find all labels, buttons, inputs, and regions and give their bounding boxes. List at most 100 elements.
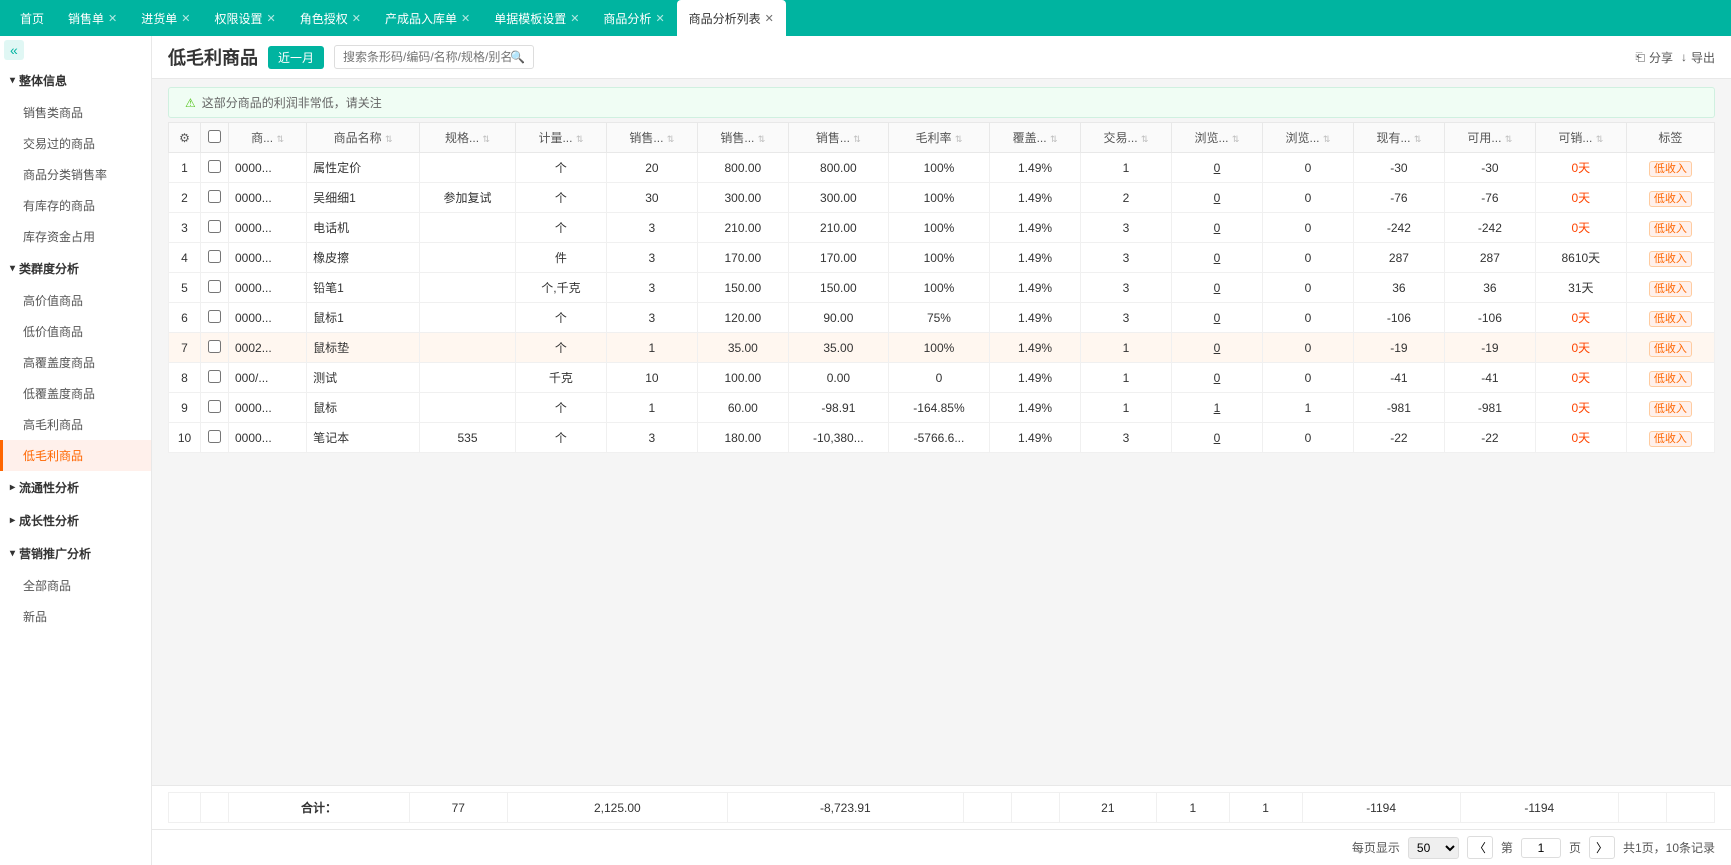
sidebar-item-low-margin[interactable]: 低毛利商品 [0, 440, 151, 471]
browse1-link[interactable]: 0 [1214, 311, 1221, 325]
browse1-link[interactable]: 0 [1214, 221, 1221, 235]
row-browse1[interactable]: 0 [1171, 273, 1262, 303]
row-checkbox[interactable] [208, 160, 221, 173]
sidebar-group-marketing[interactable]: ▾ 营销推广分析 [0, 537, 151, 570]
col-unit[interactable]: 计量... ⇅ [515, 123, 606, 153]
sort-current[interactable]: ⇅ [1414, 134, 1422, 144]
sidebar-item-low-coverage[interactable]: 低覆盖度商品 [0, 378, 151, 409]
col-browse2[interactable]: 浏览... ⇅ [1262, 123, 1353, 153]
sidebar-item-high-coverage[interactable]: 高覆盖度商品 [0, 347, 151, 378]
page-number-input[interactable] [1521, 838, 1561, 858]
row-browse1[interactable]: 0 [1171, 333, 1262, 363]
nav-goods-analysis[interactable]: 商品分析 ✕ [591, 0, 676, 36]
col-available[interactable]: 可用... ⇅ [1444, 123, 1535, 153]
browse1-link[interactable]: 0 [1214, 191, 1221, 205]
sort-coverage[interactable]: ⇅ [1050, 134, 1058, 144]
sort-browse1[interactable]: ⇅ [1232, 134, 1240, 144]
sort-sale-amount[interactable]: ⇅ [853, 134, 861, 144]
col-transaction[interactable]: 交易... ⇅ [1081, 123, 1172, 153]
close-list-icon[interactable]: ✕ [765, 12, 774, 25]
sidebar-item-sales-goods[interactable]: 销售类商品 [0, 97, 151, 128]
nav-purchase[interactable]: 进货单 ✕ [129, 0, 202, 36]
row-browse1[interactable]: 0 [1171, 183, 1262, 213]
col-sale-qty[interactable]: 销售... ⇅ [606, 123, 697, 153]
nav-goods-analysis-list[interactable]: 商品分析列表 ✕ [677, 0, 786, 36]
sort-transaction[interactable]: ⇅ [1141, 134, 1149, 144]
sidebar-group-overall[interactable]: ▾ 整体信息 [0, 64, 151, 97]
browse1-link[interactable]: 0 [1214, 341, 1221, 355]
col-browse1[interactable]: 浏览... ⇅ [1171, 123, 1262, 153]
search-icon[interactable]: 🔍 [510, 50, 525, 64]
sort-name[interactable]: ⇅ [385, 134, 393, 144]
col-saleable[interactable]: 可销... ⇅ [1535, 123, 1626, 153]
nav-role-auth[interactable]: 角色授权 ✕ [288, 0, 373, 36]
row-checkbox[interactable] [208, 340, 221, 353]
next-page-btn[interactable]: 〉 [1589, 836, 1615, 859]
row-checkbox[interactable] [208, 400, 221, 413]
sort-code[interactable]: ⇅ [276, 134, 284, 144]
close-role-icon[interactable]: ✕ [352, 12, 361, 25]
row-checkbox[interactable] [208, 280, 221, 293]
search-input[interactable] [334, 45, 534, 69]
browse1-link[interactable]: 1 [1214, 401, 1221, 415]
close-sales-icon[interactable]: ✕ [108, 12, 117, 25]
browse1-link[interactable]: 0 [1214, 371, 1221, 385]
per-page-select[interactable]: 50 100 [1408, 837, 1459, 859]
sidebar-item-new-goods[interactable]: 新品 [0, 601, 151, 632]
col-code[interactable]: 商... ⇅ [229, 123, 307, 153]
sidebar-group-liquidity[interactable]: ▸ 流通性分析 [0, 471, 151, 504]
sidebar-item-stock-capital[interactable]: 库存资金占用 [0, 221, 151, 252]
sidebar-group-cluster[interactable]: ▾ 类群度分析 [0, 252, 151, 285]
sort-saleable[interactable]: ⇅ [1596, 134, 1604, 144]
sort-unit[interactable]: ⇅ [576, 134, 584, 144]
browse1-link[interactable]: 0 [1214, 161, 1221, 175]
row-checkbox[interactable] [208, 220, 221, 233]
sidebar-item-traded-goods[interactable]: 交易过的商品 [0, 128, 151, 159]
row-browse1[interactable]: 0 [1171, 423, 1262, 453]
nav-permissions[interactable]: 权限设置 ✕ [202, 0, 287, 36]
close-permissions-icon[interactable]: ✕ [267, 12, 276, 25]
row-browse1[interactable]: 0 [1171, 213, 1262, 243]
sidebar-item-all-goods[interactable]: 全部商品 [0, 570, 151, 601]
sort-gross-margin[interactable]: ⇅ [955, 134, 963, 144]
row-browse1[interactable]: 0 [1171, 363, 1262, 393]
row-browse1[interactable]: 0 [1171, 153, 1262, 183]
row-browse1[interactable]: 1 [1171, 393, 1262, 423]
col-settings[interactable]: ⚙ [169, 123, 201, 153]
sort-available[interactable]: ⇅ [1505, 134, 1513, 144]
col-sale-amount[interactable]: 销售... ⇅ [788, 123, 888, 153]
close-purchase-icon[interactable]: ✕ [181, 12, 190, 25]
row-checkbox[interactable] [208, 370, 221, 383]
select-all-checkbox[interactable] [208, 130, 221, 143]
sidebar-item-in-stock[interactable]: 有库存的商品 [0, 190, 151, 221]
col-coverage[interactable]: 覆盖... ⇅ [990, 123, 1081, 153]
row-checkbox[interactable] [208, 430, 221, 443]
sidebar-collapse-btn[interactable]: « [4, 40, 24, 60]
sidebar-group-growth[interactable]: ▸ 成长性分析 [0, 504, 151, 537]
sort-sale-qty[interactable]: ⇅ [667, 134, 675, 144]
row-checkbox[interactable] [208, 190, 221, 203]
col-sale-price[interactable]: 销售... ⇅ [697, 123, 788, 153]
col-tag[interactable]: 标签 [1626, 123, 1714, 153]
browse1-link[interactable]: 0 [1214, 431, 1221, 445]
sort-spec[interactable]: ⇅ [482, 134, 490, 144]
row-browse1[interactable]: 0 [1171, 303, 1262, 333]
close-product-icon[interactable]: ✕ [461, 12, 470, 25]
col-name[interactable]: 商品名称 ⇅ [307, 123, 420, 153]
col-current[interactable]: 现有... ⇅ [1353, 123, 1444, 153]
col-checkbox[interactable] [201, 123, 229, 153]
sort-sale-price[interactable]: ⇅ [758, 134, 766, 144]
sidebar-item-low-value[interactable]: 低价值商品 [0, 316, 151, 347]
export-btn[interactable]: ↓ 导出 [1681, 49, 1715, 66]
close-analysis-icon[interactable]: ✕ [655, 12, 664, 25]
nav-product-entry[interactable]: 产成品入库单 ✕ [373, 0, 482, 36]
row-checkbox[interactable] [208, 250, 221, 263]
share-btn[interactable]: ⎗ 分享 [1635, 49, 1673, 66]
sidebar-item-high-value[interactable]: 高价值商品 [0, 285, 151, 316]
browse1-link[interactable]: 0 [1214, 251, 1221, 265]
sort-browse2[interactable]: ⇅ [1323, 134, 1331, 144]
sidebar-item-high-margin[interactable]: 高毛利商品 [0, 409, 151, 440]
browse1-link[interactable]: 0 [1214, 281, 1221, 295]
col-gross-margin[interactable]: 毛利率 ⇅ [888, 123, 989, 153]
date-filter-btn[interactable]: 近一月 [268, 46, 324, 69]
